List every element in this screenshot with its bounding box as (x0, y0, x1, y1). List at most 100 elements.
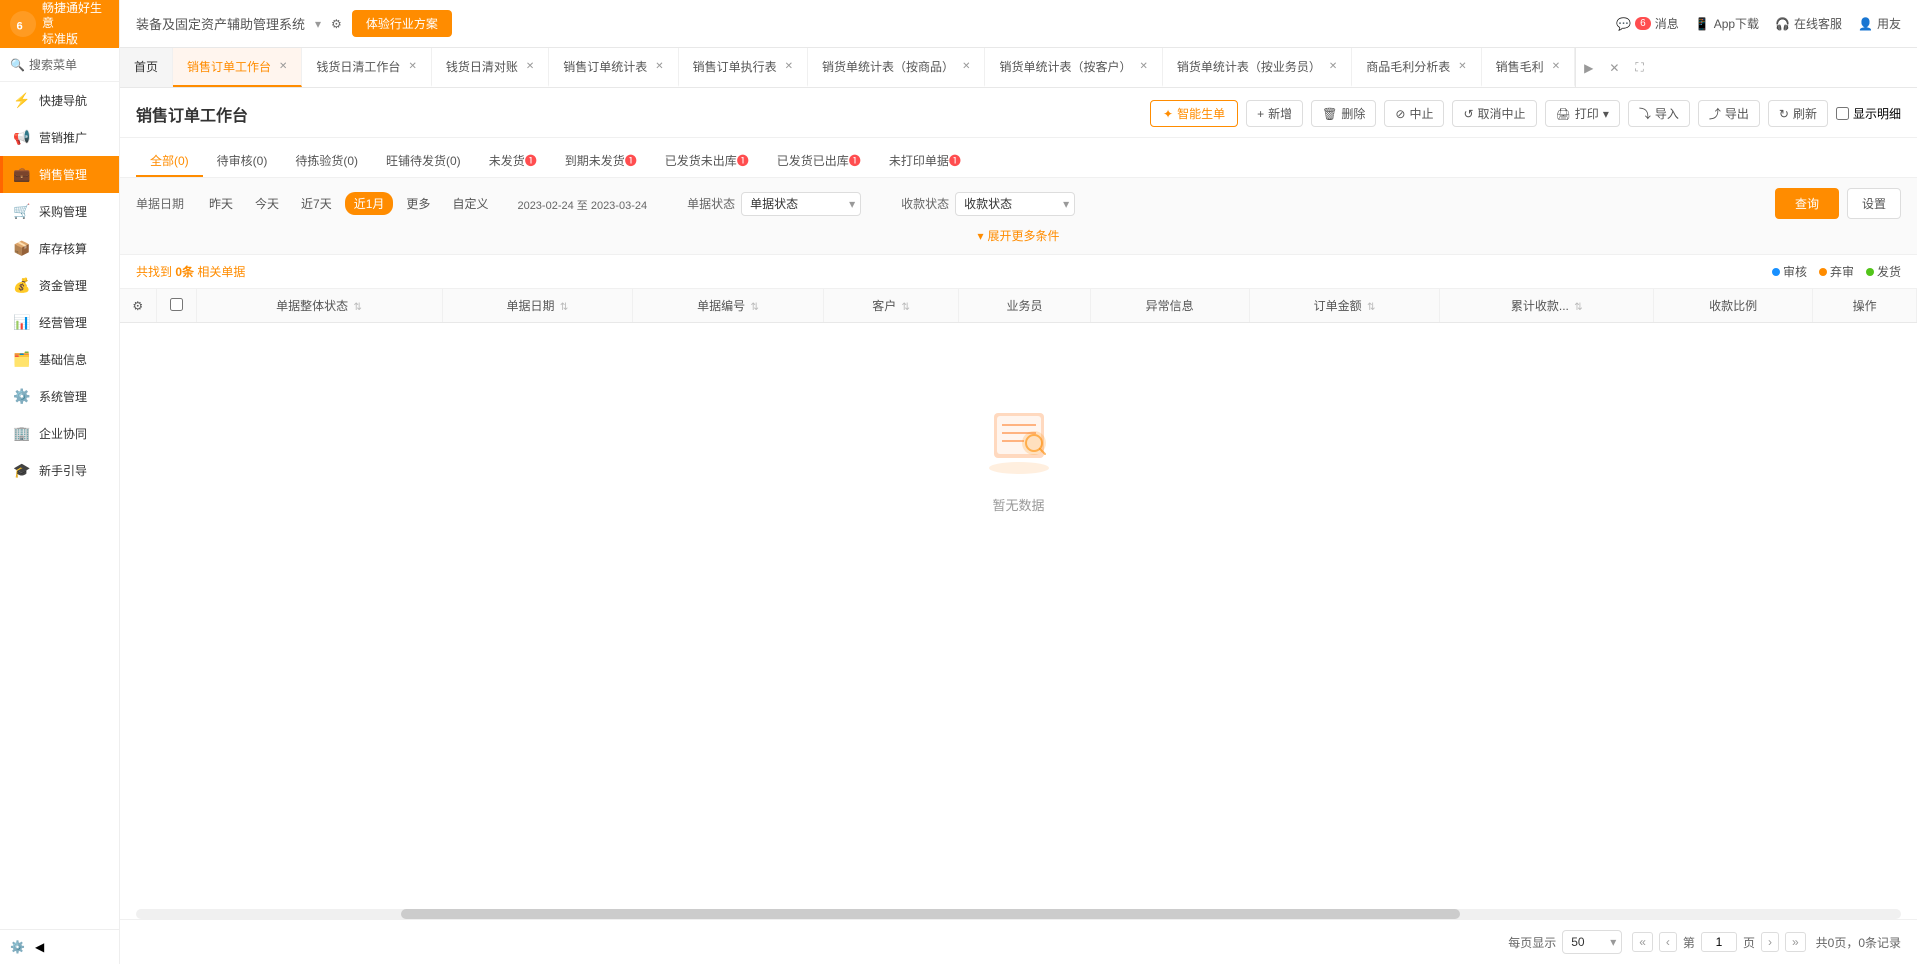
date-btn-today[interactable]: 今天 (246, 192, 288, 215)
prev-page-btn[interactable]: ‹ (1659, 932, 1677, 952)
date-btn-1month[interactable]: 近1月 (345, 192, 394, 215)
tab-sales-exec[interactable]: 销售订单执行表 ✕ (679, 48, 808, 87)
filter-tab-label: 待拣验货(0) (295, 154, 358, 168)
date-btn-custom[interactable]: 自定义 (443, 192, 497, 215)
sort-icon[interactable]: ⇅ (751, 302, 759, 313)
first-page-btn[interactable]: « (1632, 932, 1653, 952)
tab-sales-customer-stat[interactable]: 销货单统计表（按客户） ✕ (985, 48, 1162, 87)
tab-sales-staff-stat[interactable]: 销货单统计表（按业务员） ✕ (1163, 48, 1352, 87)
app-download-btn[interactable]: 📱 App下载 (1695, 15, 1759, 32)
sort-icon[interactable]: ⇅ (1367, 302, 1375, 313)
last-page-btn[interactable]: » (1785, 932, 1806, 952)
tab-sales-gross[interactable]: 销售毛利 ✕ (1482, 48, 1575, 87)
tab-close-icon[interactable]: ✕ (1329, 61, 1337, 72)
date-btn-7days[interactable]: 近7天 (292, 192, 341, 215)
tab-cash-daily-workbench[interactable]: 钱货日清工作台 ✕ (302, 48, 431, 87)
delete-btn[interactable]: 🗑 删除 (1311, 100, 1376, 127)
sort-icon[interactable]: ⇅ (1574, 302, 1582, 313)
show-detail-label[interactable]: 显示明细 (1836, 105, 1901, 122)
tab-gross-profit[interactable]: 商品毛利分析表 ✕ (1352, 48, 1481, 87)
tab-close-icon[interactable]: ✕ (1552, 61, 1560, 72)
tab-close-icon[interactable]: ✕ (785, 61, 793, 72)
filter-tab-unprinted[interactable]: 未打印单据❶ (875, 146, 975, 177)
ship-btn[interactable]: 发货 (1866, 263, 1901, 280)
print-btn[interactable]: 🖨 打印 ▾ (1545, 100, 1620, 127)
online-service-btn[interactable]: 🎧 在线客服 (1775, 15, 1842, 32)
sidebar-item-inventory[interactable]: 📦 库存核算 (0, 230, 119, 267)
sidebar-item-marketing[interactable]: 📢 营销推广 (0, 119, 119, 156)
tab-close-icon[interactable]: ✕ (1458, 61, 1466, 72)
export-btn[interactable]: ⤴ 导出 (1698, 100, 1760, 127)
date-btn-more[interactable]: 更多 (397, 192, 439, 215)
filter-tab-shipped-out[interactable]: 已发货已出库❶ (763, 146, 875, 177)
date-btn-yesterday[interactable]: 昨天 (200, 192, 242, 215)
add-btn[interactable]: + 新增 (1246, 100, 1303, 127)
sidebar-item-enterprise[interactable]: 🏢 企业协同 (0, 415, 119, 452)
tab-close-all-btn[interactable]: ✕ (1601, 48, 1627, 87)
next-page-btn[interactable]: › (1761, 932, 1779, 952)
cancel-stop-btn[interactable]: ↺ 取消中止 (1452, 100, 1536, 127)
tab-close-icon[interactable]: ✕ (408, 61, 416, 72)
sidebar-item-operation[interactable]: 📊 经营管理 (0, 304, 119, 341)
filter-tab-wangpu-ship[interactable]: 旺铺待发货(0) (372, 146, 475, 177)
filter-tab-expired-unshipped[interactable]: 到期未发货❶ (551, 146, 651, 177)
show-detail-checkbox[interactable] (1836, 107, 1849, 120)
tab-sales-order-workbench[interactable]: 销售订单工作台 ✕ (173, 48, 302, 87)
sidebar-item-quick-nav[interactable]: ⚡ 快捷导航 (0, 82, 119, 119)
message-btn[interactable]: 💬 6 消息 (1616, 15, 1679, 32)
sidebar-item-basic[interactable]: 🗂️ 基础信息 (0, 341, 119, 378)
settings-gear-icon[interactable]: ⚙ (331, 17, 342, 31)
scrollbar-thumb[interactable] (401, 909, 1460, 919)
sidebar-item-system[interactable]: ⚙️ 系统管理 (0, 378, 119, 415)
filter-tab-pending-audit[interactable]: 待审核(0) (203, 146, 282, 177)
sort-icon[interactable]: ⇅ (560, 302, 568, 313)
sort-icon[interactable]: ⇅ (902, 302, 910, 313)
tab-more-btn[interactable]: ▶ (1575, 48, 1601, 87)
set-button[interactable]: 设置 (1847, 188, 1901, 219)
import-btn[interactable]: ⤵ 导入 (1628, 100, 1690, 127)
filter-tab-shipped-not-out[interactable]: 已发货未出库❶ (651, 146, 763, 177)
user-btn[interactable]: 👤 用友 (1858, 15, 1901, 32)
unaudit-btn[interactable]: 弃审 (1819, 263, 1854, 280)
horizontal-scrollbar[interactable] (136, 909, 1901, 919)
page-header-actions: ✦ 智能生单 + 新增 🗑 删除 ⊘ 中止 ↺ 取消中止 (1150, 100, 1901, 137)
sidebar-item-purchase[interactable]: 🛒 采购管理 (0, 193, 119, 230)
trial-button[interactable]: 体验行业方案 (352, 10, 452, 37)
tab-label: 销货单统计表（按商品） (822, 58, 954, 75)
sidebar-item-sales[interactable]: 💼 销售管理 (0, 156, 119, 193)
tab-close-icon[interactable]: ✕ (279, 61, 287, 72)
stop-btn[interactable]: ⊘ 中止 (1384, 100, 1444, 127)
settings-icon[interactable]: ⚙️ (10, 940, 25, 954)
table-setting-col[interactable]: ⚙ (120, 289, 156, 323)
sort-icon[interactable]: ⇅ (353, 302, 361, 313)
audit-btn[interactable]: 审核 (1772, 263, 1807, 280)
filter-tab-pending-pick[interactable]: 待拣验货(0) (281, 146, 372, 177)
ai-generate-btn[interactable]: ✦ 智能生单 (1150, 100, 1238, 127)
query-button[interactable]: 查询 (1775, 188, 1839, 219)
payment-select[interactable]: 收款状态 (955, 192, 1075, 216)
collapse-icon[interactable]: ◀ (35, 940, 44, 954)
filter-tab-unshipped[interactable]: 未发货❶ (475, 146, 551, 177)
tab-sales-product-stat[interactable]: 销货单统计表（按商品） ✕ (808, 48, 985, 87)
tab-cash-daily-reconcile[interactable]: 钱货日清对账 ✕ (432, 48, 549, 87)
tab-maximize-btn[interactable]: ⛶ (1627, 48, 1651, 87)
chevron-down-icon[interactable]: ▾ (315, 17, 321, 31)
date-label: 单据日期 (136, 195, 184, 212)
tab-close-icon[interactable]: ✕ (1139, 61, 1147, 72)
filter-tab-all[interactable]: 全部(0) (136, 146, 203, 177)
tab-close-icon[interactable]: ✕ (526, 61, 534, 72)
tab-close-icon[interactable]: ✕ (962, 61, 970, 72)
select-all-checkbox[interactable] (170, 298, 183, 311)
status-select[interactable]: 单据状态 (741, 192, 861, 216)
expand-conditions-btn[interactable]: ▾ 展开更多条件 (977, 227, 1059, 244)
sidebar-item-finance[interactable]: 💰 资金管理 (0, 267, 119, 304)
date-range: 2023-02-24 至 2023-03-24 (517, 195, 647, 213)
page-number-input[interactable] (1701, 932, 1737, 952)
tab-sales-stat[interactable]: 销售订单统计表 ✕ (549, 48, 678, 87)
tab-home[interactable]: 首页 (120, 48, 173, 87)
refresh-btn[interactable]: ↻ 刷新 (1768, 100, 1828, 127)
sidebar-search[interactable]: 🔍 搜索菜单 (0, 48, 119, 82)
tab-close-icon[interactable]: ✕ (655, 61, 663, 72)
sidebar-item-guide[interactable]: 🎓 新手引导 (0, 452, 119, 489)
per-page-select[interactable]: 50 100 200 (1562, 930, 1622, 954)
